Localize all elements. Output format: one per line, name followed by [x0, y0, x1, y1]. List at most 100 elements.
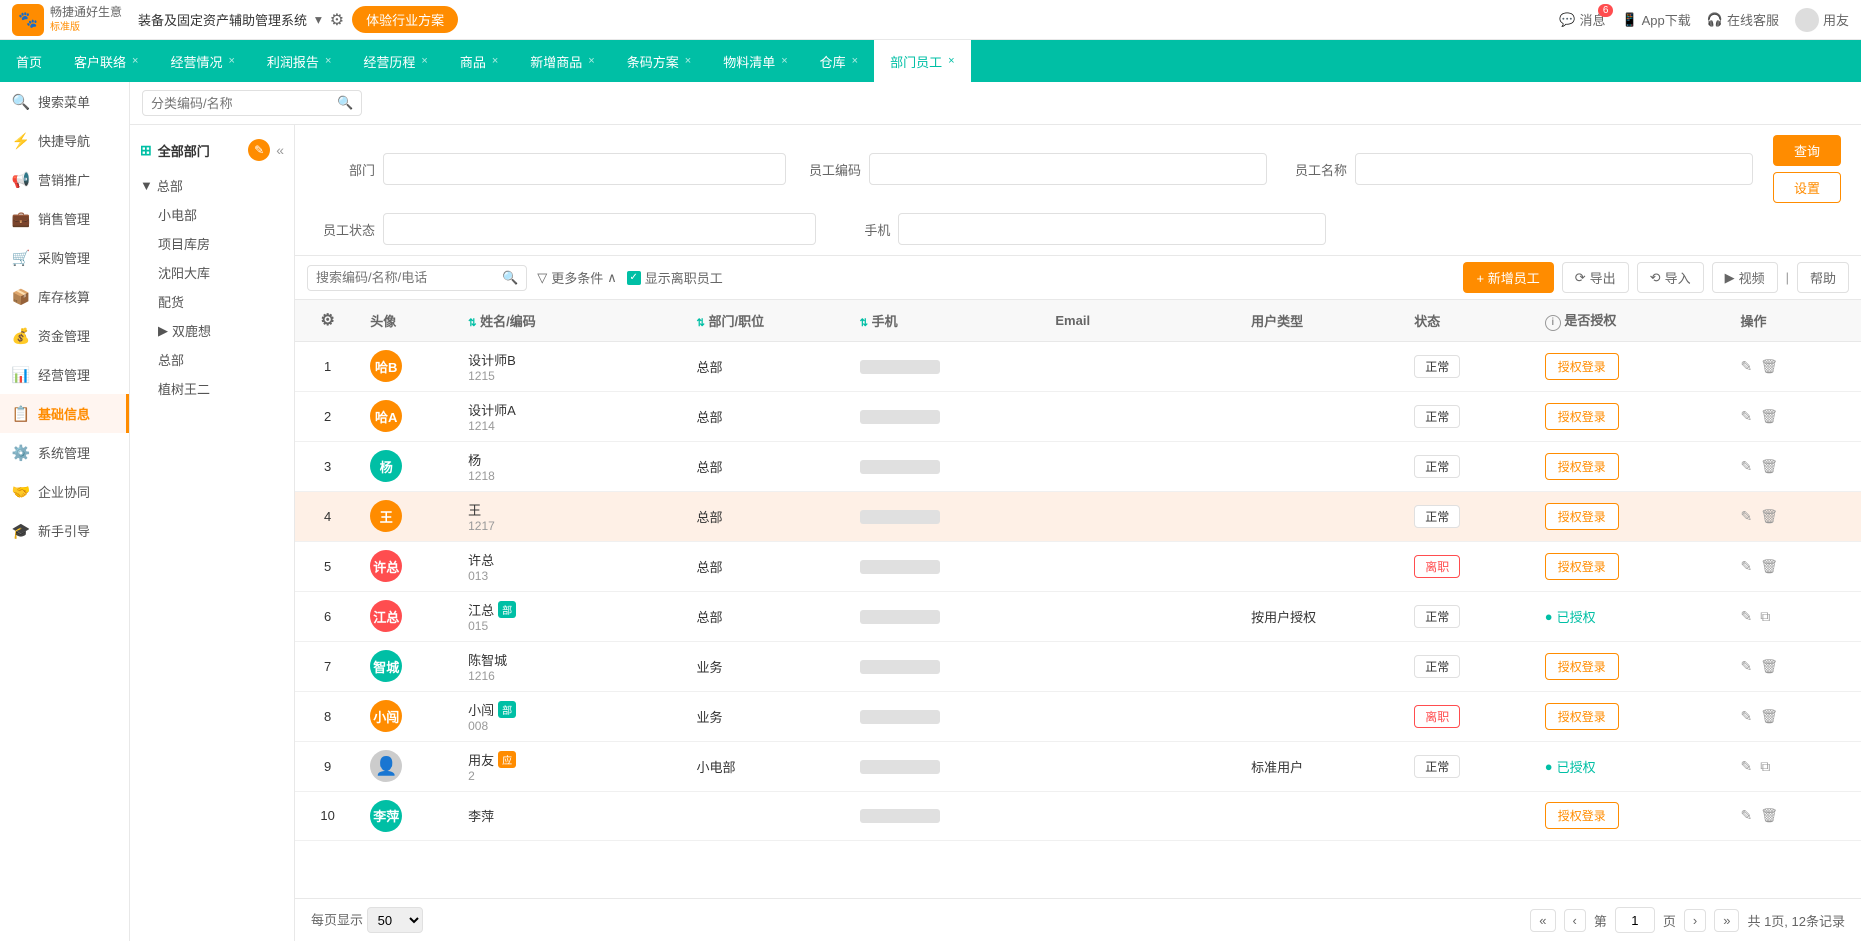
settings-button[interactable]: ⚙	[330, 10, 344, 30]
edit-icon-3[interactable]: ✎	[1741, 458, 1753, 475]
auth-button-4[interactable]: 授权登录	[1545, 503, 1619, 530]
nav-item-history[interactable]: 经营历程 ×	[347, 40, 443, 82]
sidebar-item-system[interactable]: ⚙️ 系统管理	[0, 433, 129, 472]
app-download-button[interactable]: 📱 App下载	[1621, 10, 1690, 29]
next-page-button[interactable]: ›	[1684, 909, 1706, 932]
dept-node-headquarters[interactable]: ▼ 总部	[130, 171, 294, 200]
dept-node-zhishu[interactable]: 植树王二	[130, 374, 294, 403]
nav-item-operation[interactable]: 经营情况 ×	[154, 40, 250, 82]
sidebar-item-marketing[interactable]: 📢 营销推广	[0, 160, 129, 199]
delete-icon-3[interactable]: 🗑	[1760, 458, 1778, 475]
video-button[interactable]: ▶ 视频	[1712, 262, 1778, 293]
phone-input[interactable]	[898, 213, 1325, 245]
nav-item-warehouse[interactable]: 仓库 ×	[804, 40, 874, 82]
delete-icon-4[interactable]: 🗑	[1760, 508, 1778, 525]
nav-item-goods[interactable]: 商品 ×	[444, 40, 514, 82]
auth-button-3[interactable]: 授权登录	[1545, 453, 1619, 480]
export-button[interactable]: ⟳ 导出	[1562, 262, 1629, 293]
edit-icon-7[interactable]: ✎	[1741, 658, 1753, 675]
dept-collapse-button[interactable]: «	[276, 139, 284, 161]
online-service-button[interactable]: 🎧 在线客服	[1707, 10, 1779, 29]
edit-icon-9[interactable]: ✎	[1741, 758, 1753, 775]
nav-close-customer[interactable]: ×	[132, 55, 138, 67]
nav-close-warehouse[interactable]: ×	[852, 55, 858, 67]
sidebar-item-basic[interactable]: 📋 基础信息	[0, 394, 129, 433]
name-sort-icon[interactable]: ⇅	[468, 318, 476, 329]
nav-item-add-goods[interactable]: 新增商品 ×	[514, 40, 610, 82]
sidebar-item-finance[interactable]: 💰 资金管理	[0, 316, 129, 355]
dept-node-small-elec[interactable]: 小电部	[130, 200, 294, 229]
nav-item-barcode[interactable]: 条码方案 ×	[611, 40, 707, 82]
auth-button-10[interactable]: 授权登录	[1545, 802, 1619, 829]
auth-button-7[interactable]: 授权登录	[1545, 653, 1619, 680]
edit-icon-5[interactable]: ✎	[1741, 558, 1753, 575]
edit-icon-8[interactable]: ✎	[1741, 708, 1753, 725]
nav-close-bom[interactable]: ×	[781, 55, 787, 67]
dept-filter-select[interactable]	[383, 153, 786, 185]
emp-name-input[interactable]	[1355, 153, 1753, 185]
nav-item-employees[interactable]: 部门员工 ×	[874, 40, 970, 82]
nav-item-bom[interactable]: 物料清单 ×	[707, 40, 803, 82]
nav-item-customer[interactable]: 客户联络 ×	[58, 40, 154, 82]
more-filters-button[interactable]: ▽ 更多条件 ∧	[537, 268, 617, 287]
add-employee-button[interactable]: + 新增员工	[1463, 262, 1554, 293]
table-settings-icon[interactable]: ⚙	[320, 312, 334, 329]
page-input[interactable]	[1615, 907, 1655, 933]
nav-close-employees[interactable]: ×	[948, 55, 954, 67]
copy-icon-6[interactable]: ⧉	[1760, 608, 1770, 625]
emp-status-select[interactable]	[383, 213, 816, 245]
edit-icon-4[interactable]: ✎	[1741, 508, 1753, 525]
edit-icon-1[interactable]: ✎	[1741, 358, 1753, 375]
sidebar-item-business[interactable]: 📊 经营管理	[0, 355, 129, 394]
search-icon-btn[interactable]: 🔍	[337, 95, 353, 111]
delete-icon-5[interactable]: 🗑	[1760, 558, 1778, 575]
auth-button-2[interactable]: 授权登录	[1545, 403, 1619, 430]
sidebar-item-sales[interactable]: 💼 销售管理	[0, 199, 129, 238]
dept-node-delivery[interactable]: 配货	[130, 287, 294, 316]
nav-item-home[interactable]: 首页	[0, 40, 58, 82]
last-page-button[interactable]: »	[1714, 909, 1739, 932]
sidebar-item-purchase[interactable]: 🛒 采购管理	[0, 238, 129, 277]
import-button[interactable]: ⟲ 导入	[1637, 262, 1704, 293]
delete-icon-1[interactable]: 🗑	[1760, 358, 1778, 375]
edit-icon-10[interactable]: ✎	[1741, 807, 1753, 824]
show-resigned-toggle[interactable]: ✓ 显示离职员工	[627, 268, 723, 287]
trial-button[interactable]: 体验行业方案	[352, 6, 458, 33]
nav-close-add-goods[interactable]: ×	[588, 55, 594, 67]
sidebar-item-collab[interactable]: 🤝 企业协同	[0, 472, 129, 511]
nav-close-goods[interactable]: ×	[492, 55, 498, 67]
dept-node-zongbu[interactable]: 总部	[130, 345, 294, 374]
user-area[interactable]: 用友	[1795, 8, 1849, 32]
sidebar-item-inventory[interactable]: 📦 库存核算	[0, 277, 129, 316]
reset-button[interactable]: 设置	[1773, 172, 1841, 203]
emp-code-input[interactable]	[869, 153, 1267, 185]
main-search-input[interactable]	[316, 270, 496, 285]
main-search-icon[interactable]: 🔍	[502, 270, 518, 286]
nav-item-profit[interactable]: 利润报告 ×	[251, 40, 347, 82]
prev-page-button[interactable]: ‹	[1564, 909, 1586, 932]
delete-icon-2[interactable]: 🗑	[1760, 408, 1778, 425]
per-page-select[interactable]: 50 100	[367, 907, 423, 933]
dept-node-project-room[interactable]: 项目库房	[130, 229, 294, 258]
search-button[interactable]: 查询	[1773, 135, 1841, 166]
dept-node-shuanglu[interactable]: ▶ 双鹿想	[130, 316, 294, 345]
dept-node-shenyang[interactable]: 沈阳大库	[130, 258, 294, 287]
sidebar-item-nav[interactable]: ⚡ 快捷导航	[0, 121, 129, 160]
search-input[interactable]	[151, 96, 331, 111]
system-dropdown-button[interactable]: ▾	[315, 12, 322, 28]
message-button[interactable]: 💬 消息 6	[1559, 10, 1605, 29]
nav-close-profit[interactable]: ×	[325, 55, 331, 67]
sidebar-item-search[interactable]: 🔍 搜索菜单	[0, 82, 129, 121]
edit-icon-6[interactable]: ✎	[1741, 608, 1753, 625]
first-page-button[interactable]: «	[1530, 909, 1555, 932]
delete-icon-8[interactable]: 🗑	[1760, 708, 1778, 725]
auth-button-1[interactable]: 授权登录	[1545, 353, 1619, 380]
copy-icon-9[interactable]: ⧉	[1760, 758, 1770, 775]
delete-icon-7[interactable]: 🗑	[1760, 658, 1778, 675]
delete-icon-10[interactable]: 🗑	[1760, 807, 1778, 824]
nav-close-barcode[interactable]: ×	[685, 55, 691, 67]
auth-button-5[interactable]: 授权登录	[1545, 553, 1619, 580]
dept-edit-button[interactable]: ✎	[248, 139, 270, 161]
help-button[interactable]: 帮助	[1797, 262, 1849, 293]
auth-button-8[interactable]: 授权登录	[1545, 703, 1619, 730]
